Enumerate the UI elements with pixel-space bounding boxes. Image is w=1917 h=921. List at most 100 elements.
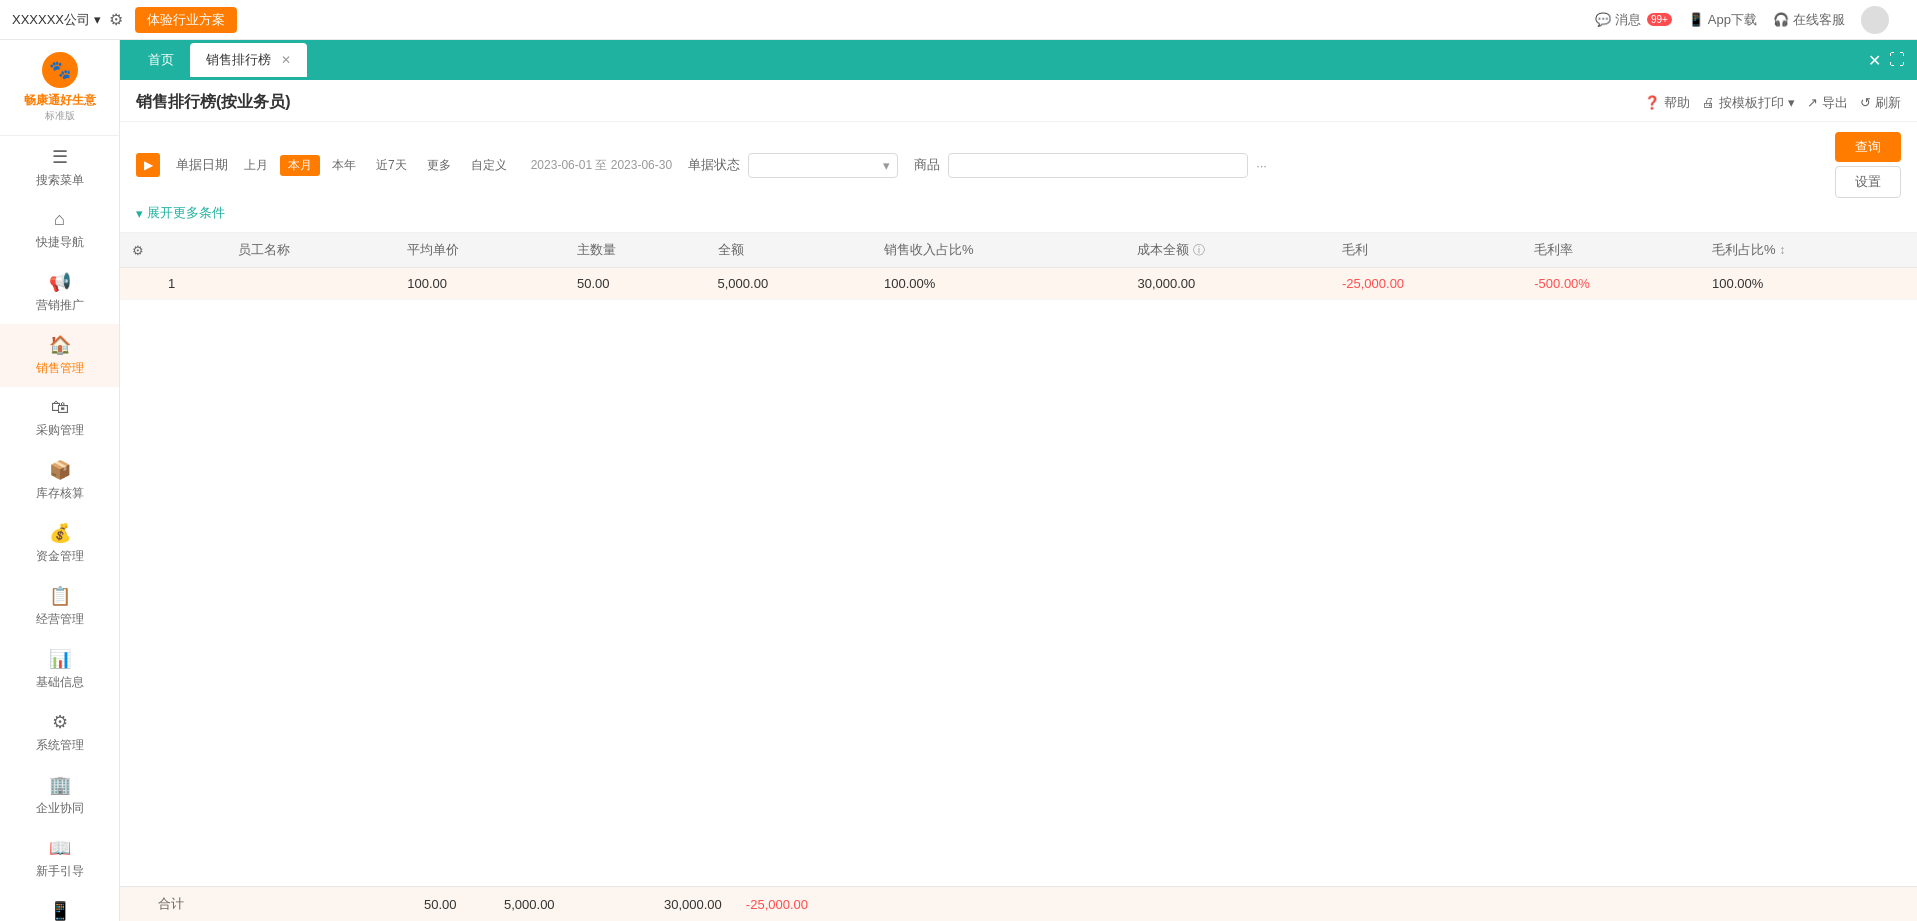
sidebar-logo: 🐾 畅康通好生意 标准版 (0, 40, 119, 136)
tab-bar-right: ✕ ⛶ (1868, 51, 1905, 70)
date-label: 单据日期 (176, 156, 228, 174)
footer-amount: 5,000.00 (492, 897, 572, 912)
th-gross-rate: 毛利率 (1522, 233, 1700, 268)
sidebar-item-marketing[interactable]: 📢 营销推广 (0, 261, 119, 324)
app-download-label: App下载 (1708, 11, 1757, 29)
sidebar-item-system[interactable]: ⚙ 系统管理 (0, 701, 119, 764)
sidebar-logo-sub: 标准版 (45, 109, 75, 123)
sidebar-item-inventory[interactable]: 📦 库存核算 (0, 449, 119, 512)
trial-button[interactable]: 体验行业方案 (135, 7, 237, 33)
date-tab-more[interactable]: 更多 (419, 155, 459, 176)
sidebar-label-sales: 销售管理 (36, 360, 84, 377)
cost-info-icon[interactable]: ⓘ (1193, 243, 1205, 257)
tab-sales-rank-label: 销售排行榜 (206, 51, 271, 69)
goods-input[interactable] (948, 153, 1248, 178)
date-filter: 单据日期 上月 本月 本年 近7天 更多 自定义 (176, 155, 515, 176)
tab-close-icon[interactable]: ✕ (281, 53, 291, 67)
sidebar-item-guide[interactable]: 📖 新手引导 (0, 827, 119, 890)
sidebar-item-finance[interactable]: 💰 资金管理 (0, 512, 119, 575)
enterprise-icon: 🏢 (49, 774, 71, 796)
help-button[interactable]: ❓ 帮助 (1644, 94, 1690, 112)
sidebar-label-enterprise: 企业协同 (36, 800, 84, 817)
operations-icon: 📋 (49, 585, 71, 607)
help-icon: ❓ (1644, 95, 1660, 110)
sidebar-item-quick-nav[interactable]: ⌂ 快捷导航 (0, 199, 119, 261)
th-settings[interactable]: ⚙ (120, 233, 156, 268)
footer-main-qty: 50.00 (412, 897, 492, 912)
settings-button[interactable]: 设置 (1835, 166, 1901, 198)
template-print-button[interactable]: 🖨 按模板打印 ▾ (1702, 94, 1795, 112)
sidebar-item-enterprise[interactable]: 🏢 企业协同 (0, 764, 119, 827)
sidebar-item-app-center[interactable]: 📱 应用中心 (0, 890, 119, 921)
page-title: 销售排行榜(按业务员) (136, 92, 291, 113)
query-button[interactable]: 查询 (1835, 132, 1901, 162)
table-body: 1 100.00 50.00 5,000.00 100.00% 30,000.0… (120, 268, 1917, 300)
refresh-button[interactable]: ↺ 刷新 (1860, 94, 1901, 112)
th-employee: 员工名称 (226, 233, 396, 268)
status-filter: 单据状态 (688, 153, 898, 178)
tab-home[interactable]: 首页 (132, 43, 190, 77)
footer-cost: 30,000.00 (652, 897, 734, 912)
gross-pct-info-icon[interactable]: ↕ (1779, 243, 1785, 257)
tab-expand-icon[interactable]: ⛶ (1889, 51, 1905, 70)
td-rank: 1 (156, 268, 226, 300)
message-group[interactable]: 💬 消息 99+ (1595, 11, 1672, 29)
filter-expand-arrow[interactable]: ▶ (136, 153, 160, 177)
page-actions: ❓ 帮助 🖨 按模板打印 ▾ ↗ 导出 ↺ 刷新 (1644, 94, 1901, 112)
sidebar-item-sales[interactable]: 🏠 销售管理 (0, 324, 119, 387)
message-badge: 99+ (1647, 13, 1672, 26)
sidebar-item-operations[interactable]: 📋 经营管理 (0, 575, 119, 638)
app-download-group[interactable]: 📱 App下载 (1688, 11, 1757, 29)
filter-bar: ▶ 单据日期 上月 本月 本年 近7天 更多 自定义 (120, 122, 1917, 233)
goods-filter: 商品 ··· (914, 153, 1267, 178)
table-footer: 合计 50.00 5,000.00 30,000.00 -25,000.00 (120, 886, 1917, 921)
top-bar: XXXXXX公司 ▾ ⚙ 体验行业方案 💬 消息 99+ 📱 App下载 🎧 在… (0, 0, 1917, 40)
date-tab-custom[interactable]: 自定义 (463, 155, 515, 176)
date-tab-this-month[interactable]: 本月 (280, 155, 320, 176)
page-header: 销售排行榜(按业务员) ❓ 帮助 🖨 按模板打印 ▾ ↗ 导出 (120, 80, 1917, 122)
avatar[interactable] (1861, 6, 1889, 34)
date-range-group: 2023-06-01 至 2023-06-30 (531, 157, 672, 174)
tab-sales-rank[interactable]: 销售排行榜 ✕ (190, 43, 307, 77)
th-rank (156, 233, 226, 268)
company-selector[interactable]: XXXXXX公司 ▾ (12, 11, 101, 29)
sidebar-label-guide: 新手引导 (36, 863, 84, 880)
date-range-text: 2023-06-01 至 2023-06-30 (531, 157, 672, 174)
sidebar-label-purchase: 采购管理 (36, 422, 84, 439)
sidebar-label-inventory: 库存核算 (36, 485, 84, 502)
date-tab-this-year[interactable]: 本年 (324, 155, 364, 176)
expand-conditions-button[interactable]: ▾ 展开更多条件 (136, 204, 1901, 222)
basic-info-icon: 📊 (49, 648, 71, 670)
message-icon: 💬 (1595, 12, 1611, 27)
status-select-wrap (748, 153, 898, 178)
message-label: 消息 (1615, 11, 1641, 29)
gear-icon[interactable]: ⚙ (109, 10, 123, 29)
print-dropdown-icon: ▾ (1788, 95, 1795, 110)
tab-close-all-icon[interactable]: ✕ (1868, 51, 1881, 70)
status-label: 单据状态 (688, 156, 740, 174)
date-tab-last-month[interactable]: 上月 (236, 155, 276, 176)
table-header-row: ⚙ 员工名称 平均单价 主数量 全额 销售收入占比% 成本全额 ⓘ 毛利 (120, 233, 1917, 268)
content-area: 首页 销售排行榜 ✕ ✕ ⛶ 销售排行榜(按业务员) ❓ 帮助 (120, 40, 1917, 921)
th-cost: 成本全额 ⓘ (1125, 233, 1329, 268)
status-select[interactable] (748, 153, 898, 178)
online-service-group[interactable]: 🎧 在线客服 (1773, 11, 1845, 29)
th-sales-pct: 销售收入占比% (872, 233, 1125, 268)
page-content: 销售排行榜(按业务员) ❓ 帮助 🖨 按模板打印 ▾ ↗ 导出 (120, 80, 1917, 921)
filter-actions: 查询 设置 (1835, 132, 1901, 198)
sales-rank-table: ⚙ 员工名称 平均单价 主数量 全额 销售收入占比% 成本全额 ⓘ 毛利 (120, 233, 1917, 300)
export-button[interactable]: ↗ 导出 (1807, 94, 1848, 112)
more-filters-icon[interactable]: ··· (1256, 158, 1267, 173)
help-label: 帮助 (1664, 94, 1690, 112)
td-gross-pct: 100.00% (1700, 268, 1917, 300)
sidebar-label-marketing: 营销推广 (36, 297, 84, 314)
sidebar-item-search[interactable]: ☰ 搜索菜单 (0, 136, 119, 199)
sidebar-item-basic-info[interactable]: 📊 基础信息 (0, 638, 119, 701)
sidebar-label-finance: 资金管理 (36, 548, 84, 565)
td-main-qty: 50.00 (565, 268, 706, 300)
template-print-label: 按模板打印 (1719, 94, 1784, 112)
inventory-icon: 📦 (49, 459, 71, 481)
sidebar-item-purchase[interactable]: 🛍 采购管理 (0, 387, 119, 449)
th-gross-pct: 毛利占比% ↕ (1700, 233, 1917, 268)
date-tab-last-7-days[interactable]: 近7天 (368, 155, 415, 176)
